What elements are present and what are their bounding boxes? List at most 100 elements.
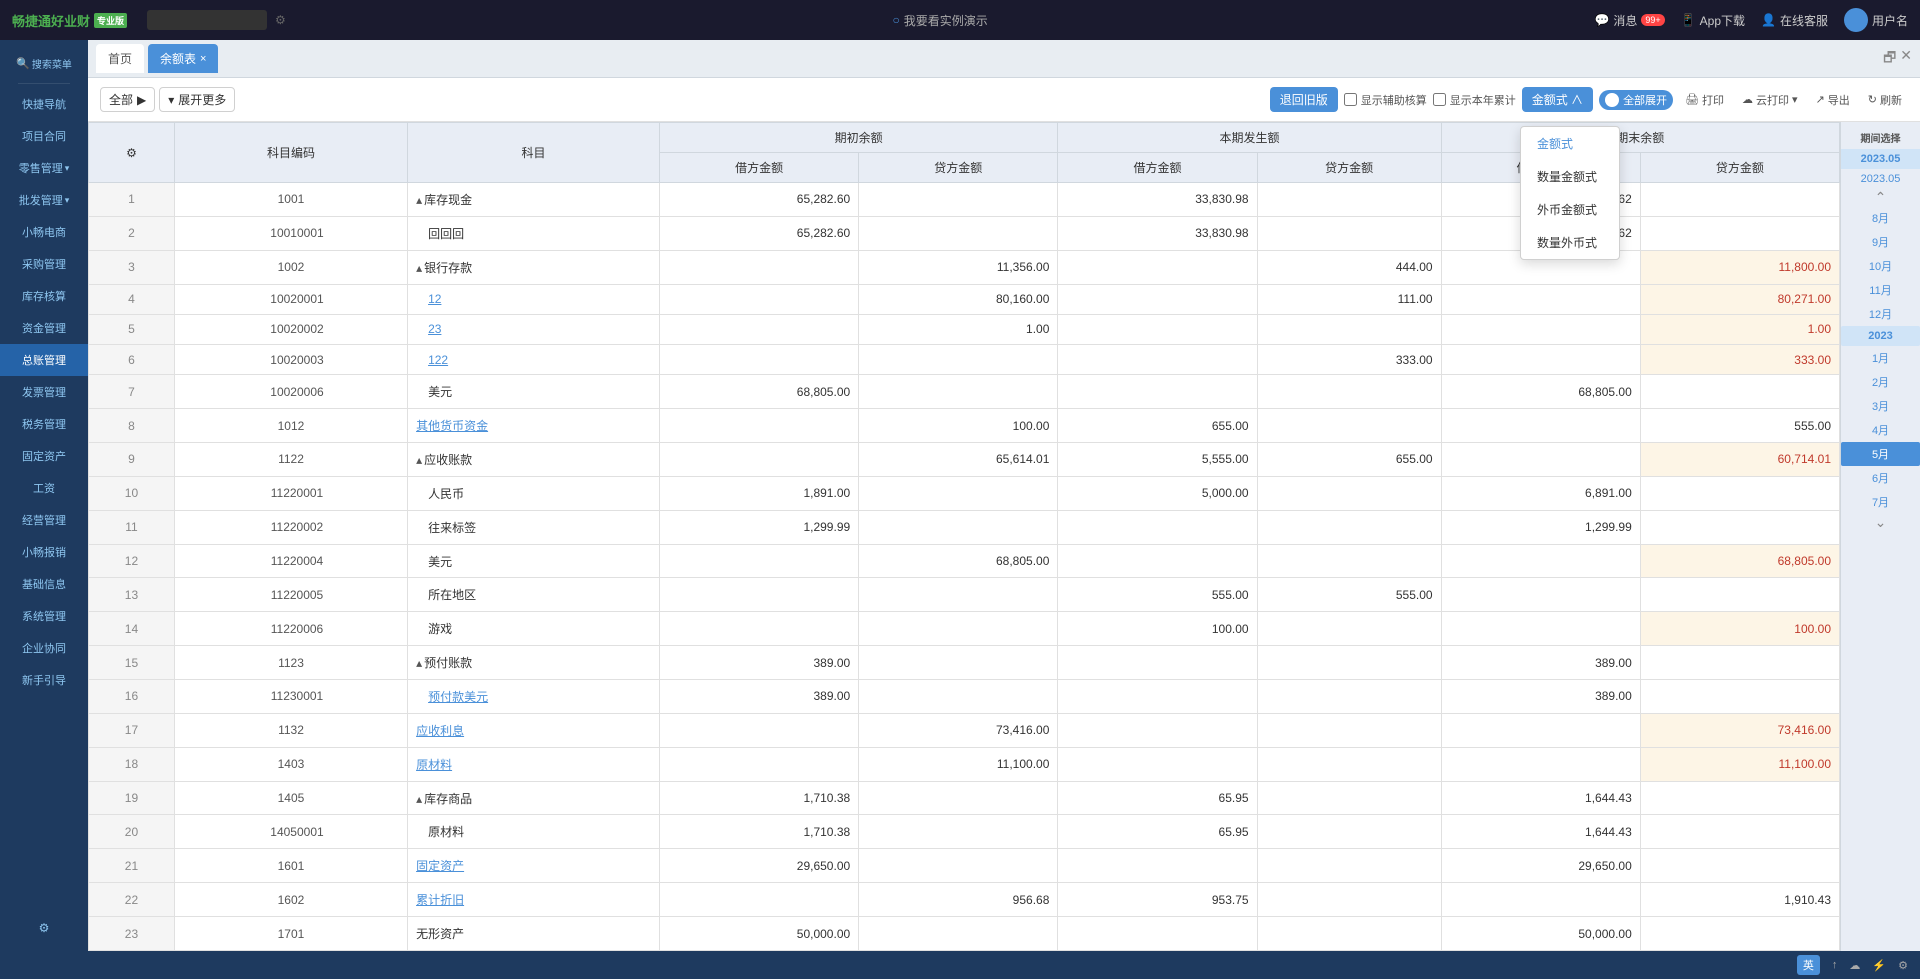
status-sync[interactable]: ↑ — [1832, 959, 1838, 971]
right-panel-month-12[interactable]: 12月 — [1841, 302, 1920, 326]
row-name-cell[interactable]: 122 — [408, 345, 660, 375]
print-btn[interactable]: 🖨 打印 — [1679, 89, 1730, 111]
chevron-down-icon[interactable]: ⌄ — [1875, 514, 1887, 531]
right-panel-month-6[interactable]: 6月 — [1841, 466, 1920, 490]
sidebar-item-search[interactable]: 🔍 搜索菜单 — [0, 48, 88, 79]
sidebar-divider-1 — [18, 83, 71, 84]
row-value-cell — [659, 713, 858, 747]
right-panel-month-9[interactable]: 9月 — [1841, 230, 1920, 254]
tab-minimize-icon[interactable]: ✕ — [1900, 47, 1912, 71]
table-settings-icon[interactable]: ⚙ — [89, 123, 175, 183]
app-download-btn[interactable]: 📱 App下载 — [1681, 12, 1745, 29]
return-prev-btn[interactable]: 退回旧版 — [1270, 87, 1338, 112]
table-row: 211601固定资产29,650.0029,650.00 — [89, 849, 1840, 883]
sidebar-item-retail[interactable]: 零售管理 ▾ — [0, 152, 88, 184]
right-panel-month-10[interactable]: 10月 — [1841, 254, 1920, 278]
right-panel-month-8[interactable]: 8月 — [1841, 206, 1920, 230]
row-name-cell[interactable]: 固定资产 — [408, 849, 660, 883]
demo-button[interactable]: ○ 我要看实例演示 — [892, 12, 987, 29]
status-cloud[interactable]: ☁ — [1849, 959, 1860, 972]
right-panel-year-start[interactable]: 2023.05 — [1841, 149, 1920, 169]
ytd-checkbox[interactable] — [1433, 93, 1446, 106]
right-panel-month-5[interactable]: 5月 — [1841, 442, 1920, 466]
row-name-cell[interactable]: 预付款美元 — [408, 680, 660, 714]
dropdown-item-qty-amount[interactable]: 数量金额式 — [1521, 160, 1619, 193]
avatar-circle — [1844, 8, 1868, 32]
right-panel-month-1[interactable]: 1月 — [1841, 346, 1920, 370]
sidebar-item-guide[interactable]: 新手引导 — [0, 664, 88, 696]
row-name-cell[interactable]: 12 — [408, 284, 660, 314]
chevron-up-icon[interactable]: ⌃ — [1875, 189, 1887, 206]
sidebar-item-sales[interactable]: 小畅报销 — [0, 536, 88, 568]
style-dropdown-btn[interactable]: 金额式 ∧ — [1522, 87, 1593, 112]
message-btn[interactable]: 💬 消息 99+ — [1594, 12, 1664, 29]
row-name-cell[interactable]: 累计折旧 — [408, 883, 660, 917]
dropdown-item-amount[interactable]: 金额式 — [1521, 127, 1619, 160]
sidebar-item-operations[interactable]: 经营管理 — [0, 504, 88, 536]
status-settings[interactable]: ⚙ — [1898, 959, 1908, 972]
sidebar-item-inventory[interactable]: 库存核算 — [0, 280, 88, 312]
row-value-cell — [1257, 646, 1441, 680]
row-value-cell — [1058, 314, 1257, 344]
right-panel-year-2023[interactable]: 2023 — [1841, 326, 1920, 346]
refresh-btn[interactable]: ↻ 刷新 — [1862, 89, 1908, 111]
row-value-cell — [659, 612, 858, 646]
row-value-cell — [859, 612, 1058, 646]
row-name-cell[interactable]: 原材料 — [408, 747, 660, 781]
table-row: 610020003122333.00333.00 — [89, 345, 1840, 375]
dropdown-item-qty-foreign[interactable]: 数量外币式 — [1521, 226, 1619, 259]
right-panel-month-7[interactable]: 7月 — [1841, 490, 1920, 514]
sidebar-item-tax[interactable]: 税务管理 — [0, 408, 88, 440]
search-input-top[interactable] — [147, 10, 267, 30]
status-lang[interactable]: 英 — [1797, 955, 1820, 975]
sidebar-item-ledger[interactable]: 总账管理 — [0, 344, 88, 376]
row-num-cell: 2 — [89, 216, 175, 250]
sidebar-bottom: ⚙ — [31, 913, 58, 943]
auxiliary-checkbox[interactable] — [1344, 93, 1357, 106]
right-panel-month-3[interactable]: 3月 — [1841, 394, 1920, 418]
dropdown-item-foreign-amount[interactable]: 外币金额式 — [1521, 193, 1619, 226]
breadcrumb-all-btn[interactable]: 全部 ▶ — [100, 87, 155, 112]
expand-more-btn[interactable]: ▾ 展开更多 — [159, 87, 235, 112]
settings-top-icon[interactable]: ⚙ — [275, 13, 286, 27]
row-value-cell — [859, 646, 1058, 680]
sidebar-item-invoice[interactable]: 发票管理 — [0, 376, 88, 408]
sidebar-item-fixed-assets[interactable]: 固定资产 — [0, 440, 88, 472]
tab-restore-icon[interactable]: 🗗 — [1883, 47, 1896, 71]
sidebar-item-system[interactable]: 系统管理 — [0, 600, 88, 632]
right-panel-month-11[interactable]: 11月 — [1841, 278, 1920, 302]
row-value-cell: 33,830.98 — [1058, 216, 1257, 250]
sidebar-item-purchase[interactable]: 采购管理 — [0, 248, 88, 280]
tab-balance-close[interactable]: × — [200, 53, 206, 65]
row-name-cell[interactable]: 其他货币资金 — [408, 409, 660, 443]
col-header-opening-credit: 贷方金额 — [859, 153, 1058, 183]
row-value-cell — [859, 680, 1058, 714]
expand-all-toggle[interactable]: 全部展开 — [1599, 90, 1673, 110]
row-value-cell: 111.00 — [1257, 284, 1441, 314]
online-service-btn[interactable]: 👤 在线客服 — [1761, 12, 1828, 29]
row-name-cell[interactable]: 23 — [408, 314, 660, 344]
sidebar-item-payroll[interactable]: 工资 — [0, 472, 88, 504]
sidebar-item-capital[interactable]: 资金管理 — [0, 312, 88, 344]
sidebar-item-ecommerce[interactable]: 小畅电商 — [0, 216, 88, 248]
status-lightning[interactable]: ⚡ — [1872, 959, 1886, 972]
table-row: 1611230001预付款美元389.00389.00 — [89, 680, 1840, 714]
sidebar-settings-icon[interactable]: ⚙ — [31, 913, 58, 943]
tab-home[interactable]: 首页 — [96, 44, 144, 73]
right-panel-month-2[interactable]: 2月 — [1841, 370, 1920, 394]
sidebar-item-quicknav[interactable]: 快捷导航 — [0, 88, 88, 120]
row-value-cell — [859, 476, 1058, 510]
sidebar-item-coop[interactable]: 企业协同 — [0, 632, 88, 664]
sidebar-item-project[interactable]: 项目合同 — [0, 120, 88, 152]
right-panel-year-end[interactable]: 2023.05 — [1841, 169, 1920, 189]
right-panel-month-4[interactable]: 4月 — [1841, 418, 1920, 442]
row-value-cell: 100.00 — [1058, 612, 1257, 646]
sidebar-item-basic[interactable]: 基础信息 — [0, 568, 88, 600]
user-avatar[interactable]: 用户名 — [1844, 8, 1908, 32]
cloud-print-btn[interactable]: ☁ 云打印 ▾ — [1736, 89, 1804, 111]
tab-balance[interactable]: 余额表 × — [148, 44, 218, 73]
sidebar-item-wholesale[interactable]: 批发管理 ▾ — [0, 184, 88, 216]
export-btn[interactable]: ↗ 导出 — [1810, 89, 1856, 111]
row-name-cell[interactable]: 应收利息 — [408, 713, 660, 747]
expand-chevron: ▾ — [168, 93, 174, 107]
